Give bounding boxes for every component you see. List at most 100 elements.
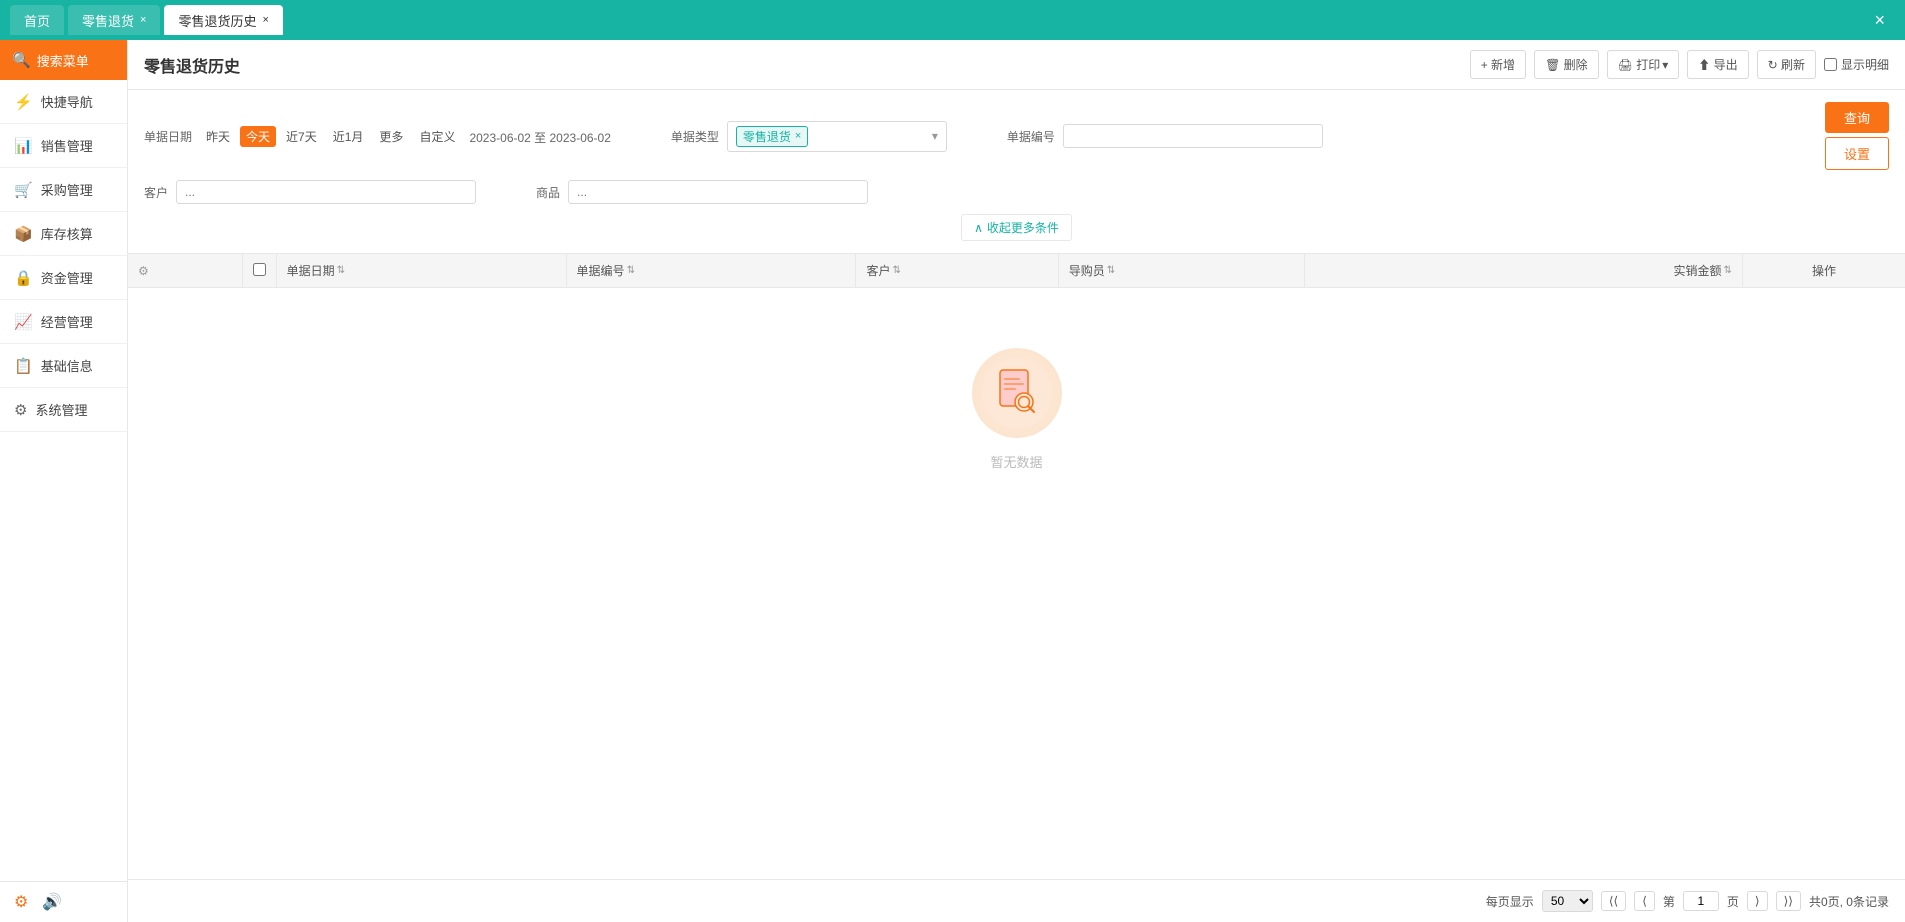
- settings-button[interactable]: 设置: [1825, 137, 1889, 170]
- search-icon: 🔍: [12, 51, 31, 69]
- per-page-select[interactable]: 50 10 20 100: [1542, 890, 1593, 912]
- amount-sort-icon: ⇅: [1724, 265, 1732, 276]
- guide-sort-icon: ⇅: [1107, 265, 1115, 276]
- sidebar-item-basic-info[interactable]: 📋 基础信息: [0, 344, 127, 388]
- print-dropdown-icon[interactable]: ▾: [1662, 58, 1668, 72]
- collapse-icon: ∧: [974, 221, 983, 235]
- shortcut-7days[interactable]: 近7天: [280, 126, 323, 147]
- inventory-icon: 📦: [14, 225, 33, 243]
- new-button[interactable]: + 新增: [1470, 50, 1526, 79]
- th-number[interactable]: 单据编号 ⇅: [566, 254, 856, 288]
- date-sort-icon: ⇅: [337, 265, 345, 276]
- customer-input[interactable]: [176, 180, 476, 204]
- page-actions: + 新增 🗑 删除 🖨 打印 ▾ ⬆ 导出 ↻ 刷新 显示明细: [1470, 50, 1889, 79]
- date-range-text: 2023-06-02 至 2023-06-02: [469, 129, 610, 146]
- sidebar-bottom: ⚙ 🔊: [0, 881, 127, 922]
- query-button[interactable]: 查询: [1825, 102, 1889, 133]
- number-filter-group: 单据编号: [1007, 124, 1323, 148]
- page-header: 零售退货历史 + 新增 🗑 删除 🖨 打印 ▾ ⬆ 导出 ↻ 刷新: [128, 40, 1905, 90]
- delete-button[interactable]: 🗑 删除: [1534, 50, 1599, 79]
- sidebar-item-finance[interactable]: 🔒 资金管理: [0, 256, 127, 300]
- basic-info-icon: 📋: [14, 357, 33, 375]
- page-summary: 共0页, 0条记录: [1809, 893, 1889, 910]
- sidebar: 🔍 搜索菜单 ⚡ 快捷导航 📊 销售管理 🛒 采购管理 📦 库存核算 🔒 资金管…: [0, 40, 128, 922]
- th-gear[interactable]: ⚙: [128, 254, 242, 288]
- th-date[interactable]: 单据日期 ⇅: [276, 254, 566, 288]
- table-container: ⚙ 单据日期 ⇅ 单据编号: [128, 254, 1905, 879]
- shortcut-custom[interactable]: 自定义: [413, 126, 461, 147]
- first-page-btn[interactable]: ⟨⟨: [1601, 891, 1626, 911]
- sidebar-item-operations[interactable]: 📈 经营管理: [0, 300, 127, 344]
- operations-icon: 📈: [14, 313, 33, 331]
- data-table: ⚙ 单据日期 ⇅ 单据编号: [128, 254, 1905, 531]
- tab-bar: 首页 零售退货 × 零售退货历史 × ×: [0, 0, 1905, 40]
- sidebar-item-purchase[interactable]: 🛒 采购管理: [0, 168, 127, 212]
- sales-icon: 📊: [14, 137, 33, 155]
- sidebar-search[interactable]: 🔍 搜索菜单: [0, 40, 127, 80]
- close-tab-retail-return[interactable]: ×: [140, 14, 146, 26]
- th-amount[interactable]: 实销金额 ⇅: [1304, 254, 1742, 288]
- show-detail-checkbox[interactable]: 显示明细: [1824, 56, 1889, 73]
- goods-input[interactable]: [568, 180, 868, 204]
- date-label: 单据日期: [144, 128, 192, 145]
- print-button[interactable]: 🖨 打印 ▾: [1607, 50, 1680, 79]
- customer-label: 客户: [144, 184, 168, 201]
- shortcut-more[interactable]: 更多: [373, 126, 409, 147]
- select-all-checkbox[interactable]: [253, 263, 266, 276]
- number-label: 单据编号: [1007, 128, 1055, 145]
- sidebar-item-sales[interactable]: 📊 销售管理: [0, 124, 127, 168]
- filter-row-1: 单据日期 昨天 今天 近7天 近1月 更多 自定义 2023-06-02 至 2…: [144, 102, 1889, 170]
- page-title: 零售退货历史: [144, 53, 240, 77]
- number-sort-icon: ⇅: [627, 265, 635, 276]
- type-tag-close[interactable]: ×: [795, 130, 801, 142]
- refresh-button[interactable]: ↻ 刷新: [1757, 50, 1816, 79]
- th-guide[interactable]: 导购员 ⇅: [1058, 254, 1304, 288]
- sidebar-item-system[interactable]: ⚙ 系统管理: [0, 388, 127, 432]
- shortcut-yesterday[interactable]: 昨天: [200, 126, 236, 147]
- per-page-label: 每页显示: [1486, 893, 1534, 910]
- prev-page-btn[interactable]: ⟨: [1634, 891, 1655, 911]
- customer-filter-group: 客户: [144, 180, 476, 204]
- tab-home[interactable]: 首页: [10, 5, 64, 35]
- page-number-input[interactable]: [1683, 891, 1719, 911]
- purchase-icon: 🛒: [14, 181, 33, 199]
- last-page-btn[interactable]: ⟩⟩: [1776, 891, 1801, 911]
- empty-text: 暂无数据: [990, 452, 1042, 471]
- page-suffix: 页: [1727, 893, 1739, 910]
- collapse-btn[interactable]: ∧ 收起更多条件: [961, 214, 1072, 241]
- finance-icon: 🔒: [14, 269, 33, 287]
- show-detail-input[interactable]: [1824, 58, 1837, 71]
- export-button[interactable]: ⬆ 导出: [1687, 50, 1748, 79]
- quick-nav-icon: ⚡: [14, 93, 33, 111]
- date-filter-group: 单据日期 昨天 今天 近7天 近1月 更多 自定义 2023-06-02 至 2…: [144, 126, 611, 147]
- tab-retail-return-history[interactable]: 零售退货历史 ×: [164, 5, 282, 35]
- shortcut-1month[interactable]: 近1月: [327, 126, 370, 147]
- number-input[interactable]: [1063, 124, 1323, 148]
- pagination-bar: 每页显示 50 10 20 100 ⟨⟨ ⟨ 第 页 ⟩ ⟩⟩ 共0页, 0条记…: [128, 879, 1905, 922]
- filter-area: 单据日期 昨天 今天 近7天 近1月 更多 自定义 2023-06-02 至 2…: [128, 90, 1905, 254]
- date-shortcuts: 昨天 今天 近7天 近1月 更多 自定义: [200, 126, 461, 147]
- type-filter-group: 单据类型 零售退货 × ▾: [671, 121, 947, 152]
- tab-retail-return[interactable]: 零售退货 ×: [68, 5, 160, 35]
- sidebar-item-quick-nav[interactable]: ⚡ 快捷导航: [0, 80, 127, 124]
- close-all-tabs[interactable]: ×: [1864, 10, 1895, 31]
- type-select[interactable]: 零售退货 × ▾: [727, 121, 947, 152]
- type-tag: 零售退货 ×: [736, 126, 808, 147]
- next-page-btn[interactable]: ⟩: [1747, 891, 1768, 911]
- th-customer[interactable]: 客户 ⇅: [856, 254, 1058, 288]
- filter-row-2: 客户 商品: [144, 180, 1889, 204]
- empty-icon: [972, 348, 1062, 438]
- goods-label: 商品: [536, 184, 560, 201]
- th-checkbox[interactable]: [242, 254, 276, 288]
- system-icon: ⚙: [14, 401, 27, 419]
- close-tab-history[interactable]: ×: [262, 14, 268, 26]
- shortcut-today[interactable]: 今天: [240, 126, 276, 147]
- th-ops: 操作: [1742, 254, 1905, 288]
- goods-filter-group: 商品: [536, 180, 868, 204]
- type-select-arrow: ▾: [932, 129, 938, 143]
- sidebar-item-inventory[interactable]: 📦 库存核算: [0, 212, 127, 256]
- sound-icon[interactable]: 🔊: [42, 892, 62, 912]
- customer-sort-icon: ⇅: [892, 265, 900, 276]
- empty-state: 暂无数据: [128, 288, 1905, 531]
- settings-icon[interactable]: ⚙: [14, 892, 28, 912]
